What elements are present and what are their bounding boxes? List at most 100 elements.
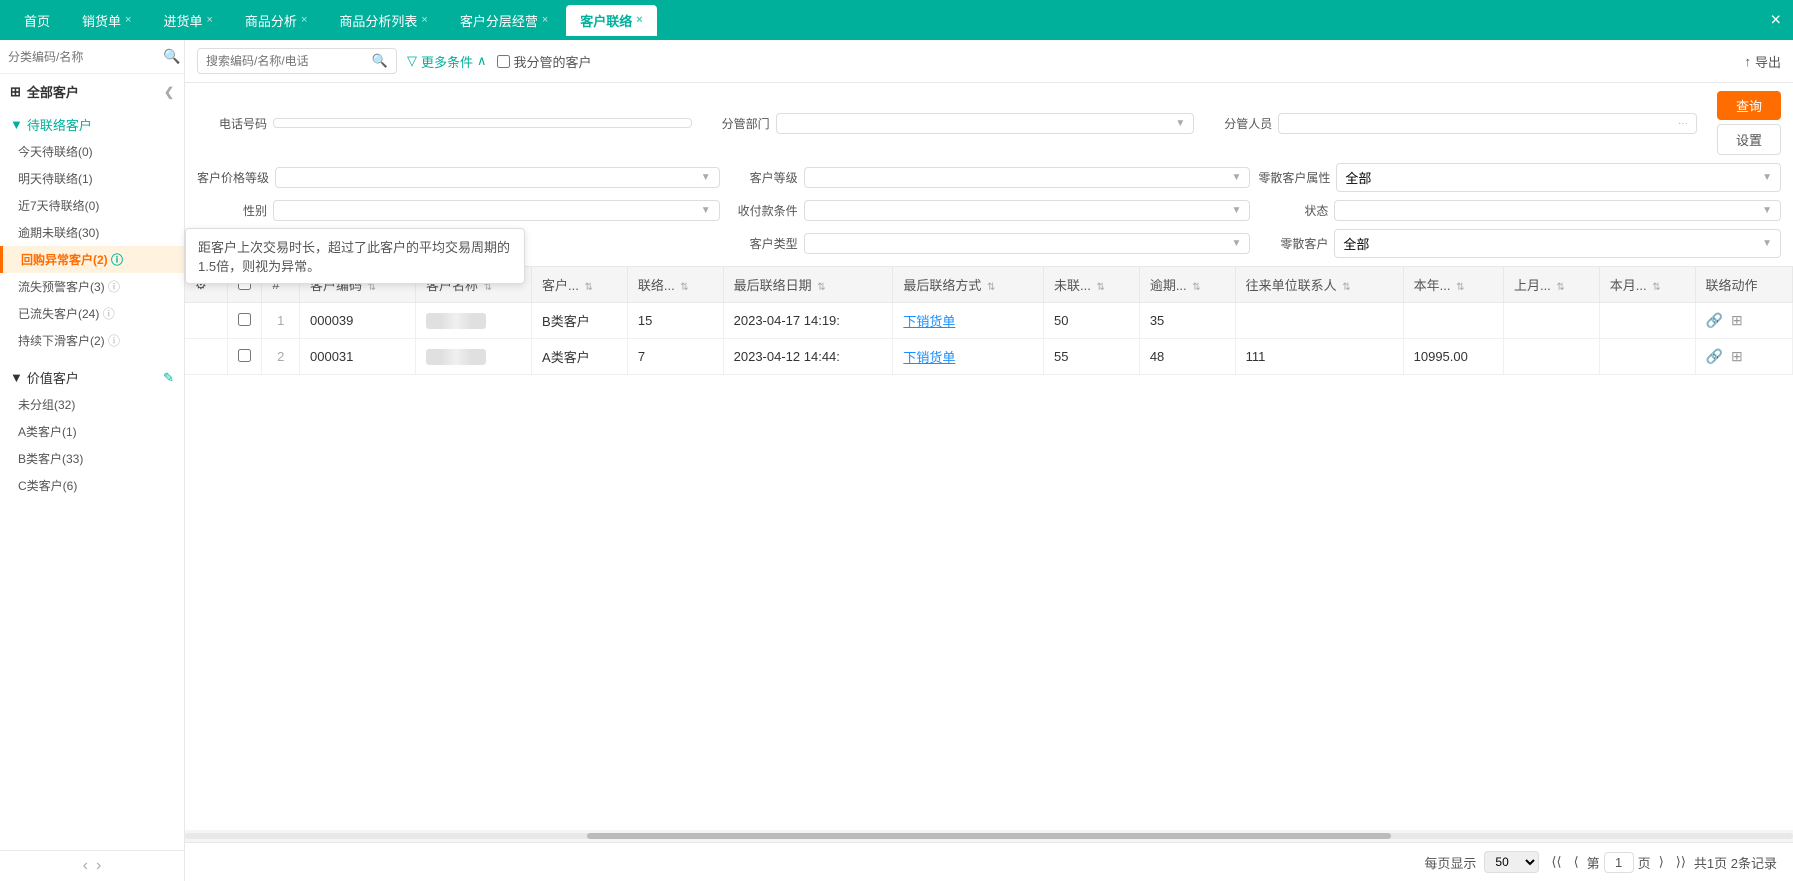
scroll-thumb[interactable] (587, 833, 1391, 839)
filter-phone: 电话号码 (197, 115, 692, 132)
table-contact-th[interactable]: 联络... ⇅ (627, 267, 723, 303)
first-page-btn[interactable]: ⟨⟨ (1547, 852, 1565, 872)
table-uncontacted-th[interactable]: 未联... ⇅ (1044, 267, 1140, 303)
window-close-btn[interactable]: × (1770, 10, 1781, 31)
my-customers-check[interactable] (497, 55, 510, 68)
table-this-month-th[interactable]: 本月... ⇅ (1599, 267, 1695, 303)
nav-customer-contact-close[interactable]: × (636, 14, 642, 26)
sidebar-next-icon[interactable]: › (96, 857, 101, 875)
sidebar-prev-icon[interactable]: ‹ (83, 857, 88, 875)
row2-select[interactable] (238, 349, 251, 362)
filter-row-3: 性别 ▼ 收付款条件 ▼ 状态 ▼ (197, 200, 1781, 221)
table-category-th[interactable]: 客户... ⇅ (532, 267, 628, 303)
next-page-btn[interactable]: ⟩ (1655, 852, 1668, 872)
row1-select[interactable] (238, 313, 251, 326)
filter-row-1: 电话号码 分管部门 ▼ 分管人员 ··· 查询 设置 (197, 91, 1781, 155)
row1-checkbox[interactable] (228, 303, 262, 339)
my-customers-checkbox[interactable]: 我分管的客户 (497, 52, 592, 71)
row1-contacts (1235, 303, 1403, 339)
nav-analysis-list[interactable]: 商品分析列表 × (325, 5, 441, 36)
export-btn[interactable]: ↑ 导出 (1744, 52, 1781, 71)
table-action-th: 联络动作 (1695, 267, 1792, 303)
sidebar-item-churned[interactable]: 已流失客户(24) ⓘ (0, 300, 184, 327)
last-page-btn[interactable]: ⟩⟩ (1672, 852, 1690, 872)
nav-customer-mgmt-close[interactable]: × (542, 14, 548, 26)
nav-sales[interactable]: 销货单 × (68, 5, 145, 36)
row1-this-month (1599, 303, 1695, 339)
nav-sales-close[interactable]: × (125, 14, 131, 26)
nav-analysis[interactable]: 商品分析 × (231, 5, 321, 36)
bottom-scrollbar[interactable] (185, 830, 1793, 842)
filter-customer-type-input[interactable]: ▼ (804, 233, 1251, 254)
table-last-method-th[interactable]: 最后联络方式 ⇅ (893, 267, 1044, 303)
filter-payment-input[interactable]: ▼ (804, 200, 1251, 221)
sidebar-edit-icon[interactable]: ✎ (163, 370, 174, 386)
nav-analysis-list-close[interactable]: × (421, 14, 427, 26)
filter-status-input[interactable]: ▼ (1334, 200, 1781, 221)
more-filters-btn[interactable]: ▽ 更多条件 ∧ (407, 52, 487, 71)
query-button[interactable]: 查询 (1717, 91, 1781, 120)
nav-purchase[interactable]: 进货单 × (149, 5, 226, 36)
table-this-year-th[interactable]: 本年... ⇅ (1403, 267, 1503, 303)
row2-name (416, 339, 532, 375)
sidebar-item-ungrouped[interactable]: 未分组(32) (0, 391, 184, 418)
row2-checkbox[interactable] (228, 339, 262, 375)
filter-dept-input[interactable]: ▼ (776, 113, 1195, 134)
per-page-label: 每页显示 (1424, 853, 1476, 872)
nav-customer-contact[interactable]: 客户联络 × (566, 5, 656, 36)
sidebar-search-input[interactable] (8, 50, 163, 64)
sidebar-item-declining[interactable]: 持续下滑客户(2) ⓘ (0, 327, 184, 354)
search-box[interactable]: 🔍 (197, 48, 397, 74)
row2-link-icon[interactable]: 🔗 (1706, 348, 1723, 365)
search-icon[interactable]: 🔍 (372, 53, 388, 69)
sidebar-item-c-class[interactable]: C类客户(6) (0, 472, 184, 499)
filter-phone-input[interactable] (273, 118, 692, 128)
sidebar-item-churn-warning[interactable]: 流失预警客户(3) ⓘ (0, 273, 184, 300)
filter-customer-level-input[interactable]: ▼ (804, 167, 1251, 188)
filter-retail-attr-input[interactable]: 全部 ▼ (1336, 163, 1781, 192)
current-page[interactable]: 1 (1604, 852, 1634, 873)
filter-icon: ▽ (407, 53, 417, 69)
row1-code: 000039 (300, 303, 416, 339)
sidebar-item-7days[interactable]: 近7天待联络(0) (0, 192, 184, 219)
table-overdue-th[interactable]: 逾期... ⇅ (1139, 267, 1235, 303)
sidebar-item-tomorrow[interactable]: 明天待联络(1) (0, 165, 184, 192)
sidebar-collapse-icon[interactable]: ❮ (164, 85, 174, 99)
row1-last-method[interactable]: 下销货单 (893, 303, 1044, 339)
nav-purchase-close[interactable]: × (206, 14, 212, 26)
settings-button[interactable]: 设置 (1717, 124, 1781, 155)
filter-price-level-input[interactable]: ▼ (275, 167, 720, 188)
sidebar-item-a-class[interactable]: A类客户(1) (0, 418, 184, 445)
row1-this-year (1403, 303, 1503, 339)
filter-gender: 性别 ▼ (197, 200, 720, 221)
row1-last-month (1503, 303, 1599, 339)
sidebar-expand-icon-2[interactable]: ▼ (10, 370, 23, 385)
table-last-date-th[interactable]: 最后联络日期 ⇅ (723, 267, 893, 303)
nav-home[interactable]: 首页 (10, 5, 64, 36)
sidebar-search-icon[interactable]: 🔍 (163, 48, 180, 65)
row1-grid-icon[interactable]: ⊞ (1731, 312, 1743, 329)
total-info: 共1页 2条记录 (1694, 853, 1777, 872)
nav-customer-mgmt[interactable]: 客户分层经营 × (446, 5, 562, 36)
sidebar-item-overdue[interactable]: 逾期未联络(30) (0, 219, 184, 246)
filter-retail-attr: 零散客户属性 全部 ▼ (1258, 163, 1781, 192)
table-contacts-th[interactable]: 往来单位联系人 ⇅ (1235, 267, 1403, 303)
filter-retail-customer-input[interactable]: 全部 ▼ (1334, 229, 1781, 258)
nav-analysis-close[interactable]: × (301, 14, 307, 26)
per-page-select[interactable]: 10 20 50 100 (1484, 851, 1539, 873)
sidebar-item-repurchase-abnormal[interactable]: 回购异常客户(2) ⓘ (0, 246, 184, 273)
sidebar-expand-icon[interactable]: ▼ (10, 117, 23, 132)
filter-manager-input[interactable]: ··· (1278, 113, 1697, 134)
row1-link-icon[interactable]: 🔗 (1706, 312, 1723, 329)
filter-gender-input[interactable]: ▼ (273, 200, 720, 221)
main-layout: 🔍 ⊞ 全部客户 ❮ ▼ 待联络客户 今天待联络(0) 明天待联络(1) 近7天… (0, 40, 1793, 881)
search-input[interactable] (206, 54, 366, 68)
sidebar-item-today[interactable]: 今天待联络(0) (0, 138, 184, 165)
sidebar-item-b-class[interactable]: B类客户(33) (0, 445, 184, 472)
sidebar-all-customers[interactable]: ⊞ 全部客户 ❮ (0, 74, 184, 109)
filter-status: 状态 ▼ (1258, 200, 1781, 221)
row2-grid-icon[interactable]: ⊞ (1731, 348, 1743, 365)
table-last-month-th[interactable]: 上月... ⇅ (1503, 267, 1599, 303)
prev-page-btn[interactable]: ⟨ (1570, 852, 1583, 872)
row2-last-method[interactable]: 下销货单 (893, 339, 1044, 375)
